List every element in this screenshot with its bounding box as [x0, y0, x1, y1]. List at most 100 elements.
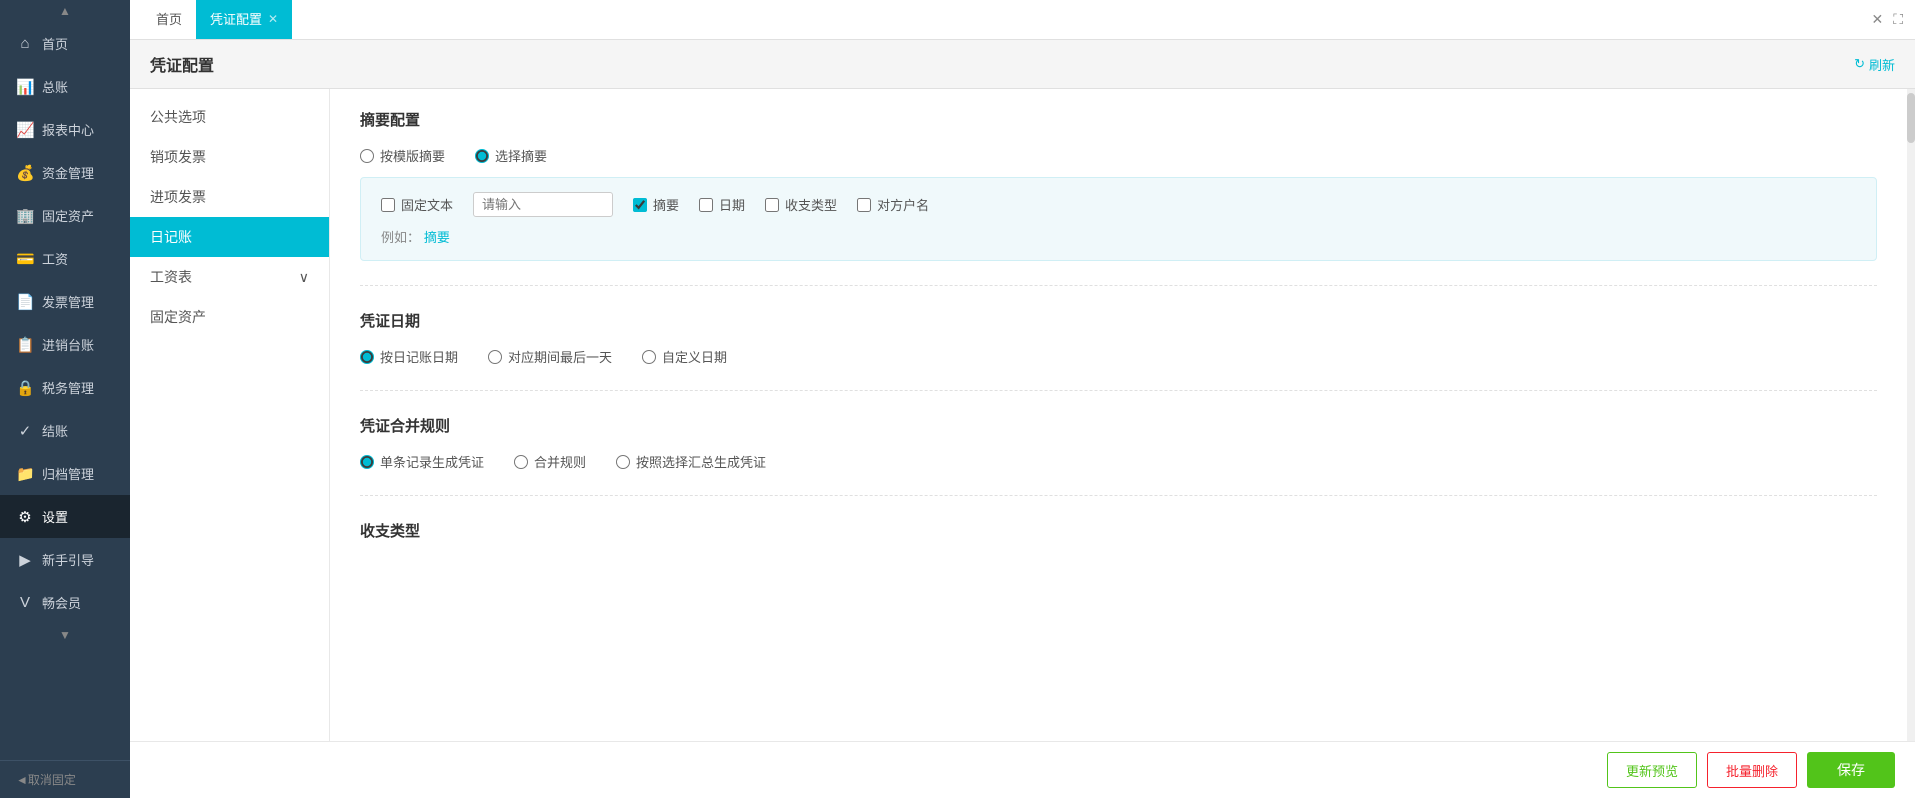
by-journal-date-radio[interactable] [360, 350, 374, 364]
update-preview-button[interactable]: 更新预览 [1607, 752, 1697, 788]
sidebar-item-sales-ledger[interactable]: 📋 进销台账 [0, 323, 130, 366]
income-type-label: 收支类型 [785, 195, 837, 214]
left-menu: 公共选项 销项发票 进项发票 日记账 工资表 ∨ 固定资产 [130, 89, 330, 741]
checkbox-abstract[interactable]: 摘要 [633, 195, 679, 214]
tab-close-icon[interactable]: ✕ [268, 12, 278, 26]
salary-icon: 💳 [16, 250, 34, 268]
checkbox-date[interactable]: 日期 [699, 195, 745, 214]
left-menu-item-salary-table[interactable]: 工资表 ∨ [130, 257, 329, 297]
custom-date-label: 自定义日期 [662, 347, 727, 366]
checkbox-income-type[interactable]: 收支类型 [765, 195, 837, 214]
income-type-section-title: 收支类型 [360, 520, 1877, 541]
sidebar-item-invoice-mgmt[interactable]: 📄 发票管理 [0, 280, 130, 323]
single-record-radio[interactable] [360, 455, 374, 469]
page-content: 凭证配置 ↻ 刷新 公共选项 销项发票 进项发票 日记账 [130, 40, 1915, 798]
sidebar-item-label: 设置 [42, 507, 68, 526]
income-type-checkbox[interactable] [765, 198, 779, 212]
abstract-checkboxes-row: 固定文本 摘要 日期 [381, 192, 1856, 217]
radio-custom-date[interactable]: 自定义日期 [642, 347, 727, 366]
last-day-period-label: 对应期间最后一天 [508, 347, 612, 366]
fixed-text-input[interactable] [473, 192, 613, 217]
sidebar-item-funds[interactable]: 💰 资金管理 [0, 151, 130, 194]
radio-last-day-period[interactable]: 对应期间最后一天 [488, 347, 612, 366]
summary-voucher-label: 按照选择汇总生成凭证 [636, 452, 766, 471]
guide-icon: ▶ [16, 551, 34, 569]
income-type-section: 收支类型 [360, 520, 1877, 617]
tab-voucher-config[interactable]: 凭证配置 ✕ [196, 0, 292, 39]
radio-by-journal-date[interactable]: 按日记账日期 [360, 347, 458, 366]
sidebar-item-tax[interactable]: 🔒 税务管理 [0, 366, 130, 409]
window-expand-icon[interactable]: ⛶ [1893, 11, 1903, 28]
settings-icon: ⚙ [16, 508, 34, 526]
left-menu-item-public[interactable]: 公共选项 [130, 97, 329, 137]
sidebar-scroll-down[interactable]: ▼ [0, 624, 130, 646]
sidebar-item-settings[interactable]: ⚙ 设置 [0, 495, 130, 538]
sidebar-item-label: 新手引导 [42, 550, 94, 569]
sidebar-scroll-up[interactable]: ▲ [0, 0, 130, 22]
sidebar-item-label: 报表中心 [42, 120, 94, 139]
sidebar-unpin-button[interactable]: ◄取消固定 [0, 760, 130, 798]
main-area: 首页 凭证配置 ✕ ✕ ⛶ 凭证配置 ↻ 刷新 公共选项 [130, 0, 1915, 798]
summary-voucher-radio[interactable] [616, 455, 630, 469]
sidebar-item-home[interactable]: ⌂ 首页 [0, 22, 130, 65]
left-menu-item-purchase-invoice[interactable]: 进项发票 [130, 177, 329, 217]
tab-voucher-config-label: 凭证配置 [210, 9, 262, 28]
sidebar-item-reports[interactable]: 📈 报表中心 [0, 108, 130, 151]
select-abstract-radio[interactable] [475, 149, 489, 163]
example-value-text: 摘要 [424, 230, 450, 245]
sidebar-item-salary[interactable]: 💳 工资 [0, 237, 130, 280]
refresh-button[interactable]: ↻ 刷新 [1854, 55, 1895, 74]
tab-home[interactable]: 首页 [142, 0, 196, 39]
radio-single-record[interactable]: 单条记录生成凭证 [360, 452, 484, 471]
sidebar-item-label: 结账 [42, 421, 68, 440]
date-checkbox[interactable] [699, 198, 713, 212]
radio-merge-rule[interactable]: 合并规则 [514, 452, 586, 471]
abstract-section-title: 摘要配置 [360, 109, 1877, 130]
radio-template-abstract[interactable]: 按模版摘要 [360, 146, 445, 165]
left-menu-item-label: 销项发票 [150, 147, 206, 167]
radio-select-abstract[interactable]: 选择摘要 [475, 146, 547, 165]
left-menu-item-fixed-assets[interactable]: 固定资产 [130, 297, 329, 337]
sidebar-item-settle[interactable]: ✓ 结账 [0, 409, 130, 452]
sidebar-item-assets[interactable]: 🏢 固定资产 [0, 194, 130, 237]
template-abstract-radio[interactable] [360, 149, 374, 163]
footer-bar: 更新预览 批量删除 保存 [130, 741, 1915, 798]
refresh-icon: ↻ [1854, 56, 1865, 72]
checkbox-counterpart[interactable]: 对方户名 [857, 195, 929, 214]
checkbox-fixed-text[interactable]: 固定文本 [381, 195, 453, 214]
batch-delete-button[interactable]: 批量删除 [1707, 752, 1797, 788]
date-section-title: 凭证日期 [360, 310, 1877, 331]
counterpart-checkbox[interactable] [857, 198, 871, 212]
single-record-label: 单条记录生成凭证 [380, 452, 484, 471]
settle-icon: ✓ [16, 422, 34, 440]
tab-bar: 首页 凭证配置 ✕ ✕ ⛶ [130, 0, 1915, 40]
left-menu-item-label: 工资表 [150, 267, 192, 287]
by-journal-date-label: 按日记账日期 [380, 347, 458, 366]
sidebar-item-label: 发票管理 [42, 292, 94, 311]
merge-rule-section: 凭证合并规则 单条记录生成凭证 合并规则 [360, 415, 1877, 496]
last-day-period-radio[interactable] [488, 350, 502, 364]
archive-icon: 📁 [16, 465, 34, 483]
fixed-text-checkbox[interactable] [381, 198, 395, 212]
page-title: 凭证配置 [150, 52, 214, 76]
sidebar-item-guide[interactable]: ▶ 新手引导 [0, 538, 130, 581]
abstract-checkbox[interactable] [633, 198, 647, 212]
sidebar-item-ledger[interactable]: 📊 总账 [0, 65, 130, 108]
merge-rule-radio-group: 单条记录生成凭证 合并规则 按照选择汇总生成凭证 [360, 452, 1877, 471]
sidebar-item-member[interactable]: V 畅会员 [0, 581, 130, 624]
save-button[interactable]: 保存 [1807, 752, 1895, 788]
merge-rule-label: 合并规则 [534, 452, 586, 471]
funds-icon: 💰 [16, 164, 34, 182]
merge-rule-section-title: 凭证合并规则 [360, 415, 1877, 436]
date-radio-group: 按日记账日期 对应期间最后一天 自定义日期 [360, 347, 1877, 366]
radio-summary-voucher[interactable]: 按照选择汇总生成凭证 [616, 452, 766, 471]
left-menu-item-journal[interactable]: 日记账 [130, 217, 329, 257]
example-prefix-label: 例如： [381, 230, 420, 245]
left-menu-item-sales-invoice[interactable]: 销项发票 [130, 137, 329, 177]
sidebar-item-label: 归档管理 [42, 464, 94, 483]
merge-rule-radio[interactable] [514, 455, 528, 469]
custom-date-radio[interactable] [642, 350, 656, 364]
right-scrollbar[interactable] [1907, 89, 1915, 741]
sidebar-item-archive[interactable]: 📁 归档管理 [0, 452, 130, 495]
window-close-icon[interactable]: ✕ [1871, 11, 1883, 28]
